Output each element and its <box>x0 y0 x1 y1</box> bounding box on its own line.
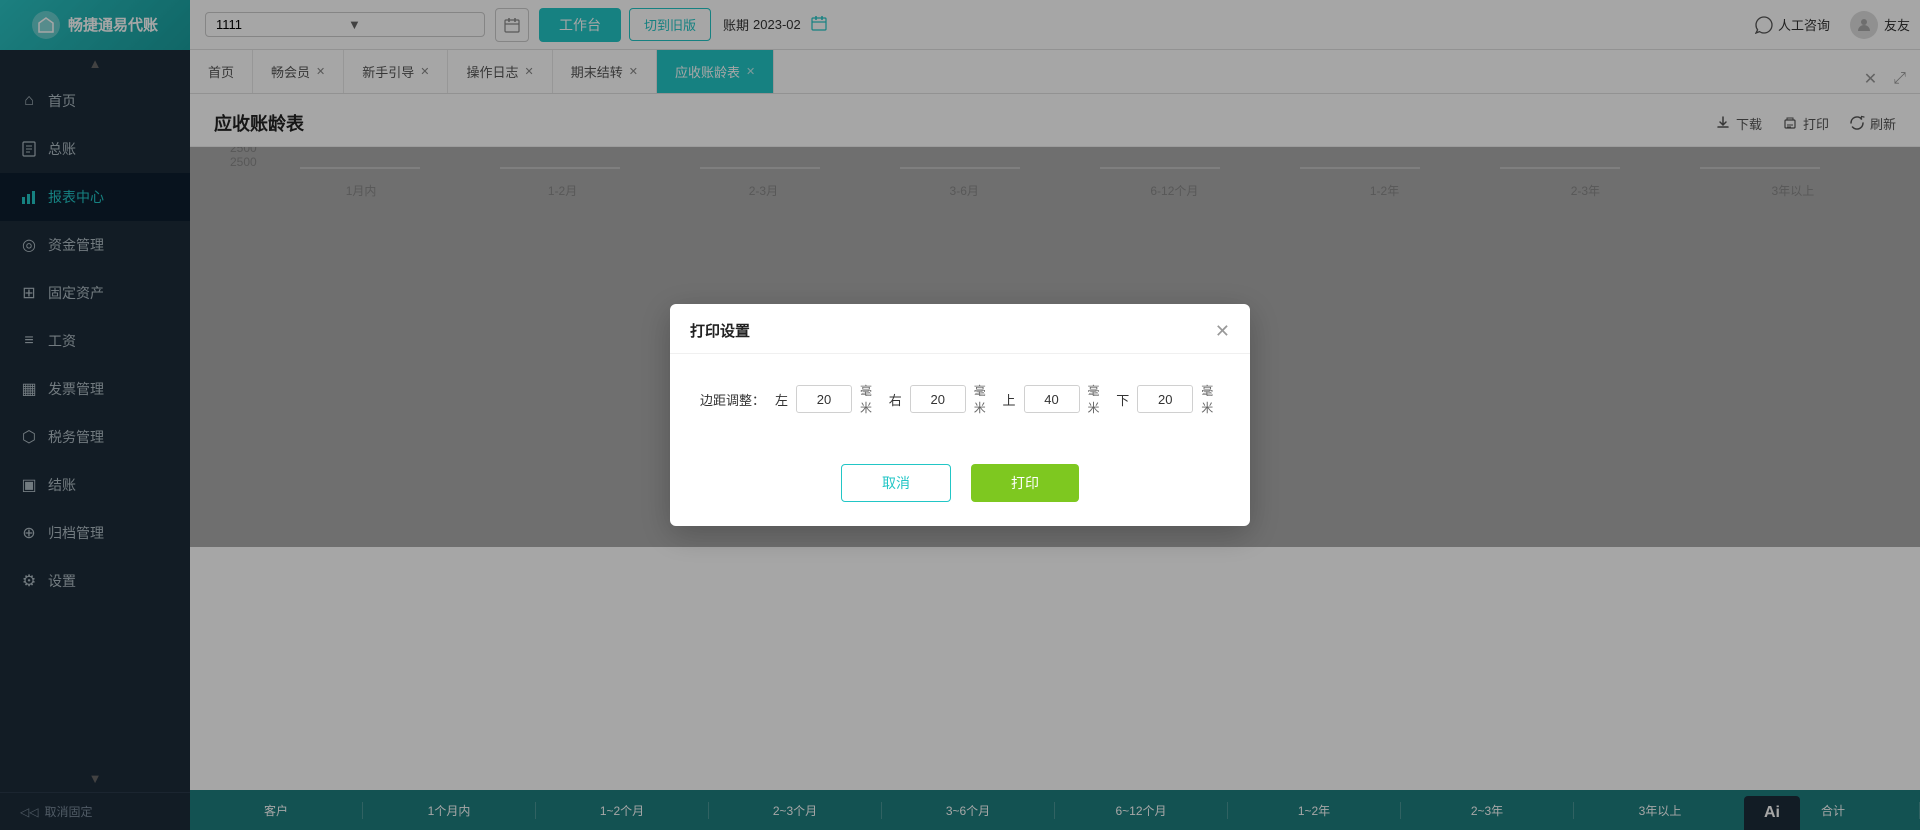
modal-overlay: 打印设置 ✕ 边距调整： 左 毫米 右 毫米 上 毫米 <box>0 0 1920 830</box>
cancel-button[interactable]: 取消 <box>841 464 951 502</box>
bottom-margin-group: 下 毫米 <box>1116 382 1220 416</box>
margin-label: 边距调整： <box>700 390 765 409</box>
left-unit: 毫米 <box>860 382 879 416</box>
right-unit: 毫米 <box>974 382 993 416</box>
print-confirm-button[interactable]: 打印 <box>971 464 1079 502</box>
left-margin-group: 左 毫米 <box>775 382 879 416</box>
bottom-margin-input[interactable] <box>1137 385 1193 413</box>
right-margin-group: 右 毫米 <box>889 382 993 416</box>
bottom-unit: 毫米 <box>1201 382 1220 416</box>
right-label: 右 <box>889 390 902 409</box>
left-label: 左 <box>775 390 788 409</box>
top-label: 上 <box>1003 390 1016 409</box>
modal-header: 打印设置 ✕ <box>670 304 1250 354</box>
left-margin-input[interactable] <box>796 385 852 413</box>
modal-footer: 取消 打印 <box>670 448 1250 526</box>
modal-close-button[interactable]: ✕ <box>1215 322 1230 340</box>
modal-title: 打印设置 <box>690 320 750 341</box>
margin-row: 边距调整： 左 毫米 右 毫米 上 毫米 下 <box>700 382 1220 416</box>
top-margin-input[interactable] <box>1024 385 1080 413</box>
modal-body: 边距调整： 左 毫米 右 毫米 上 毫米 下 <box>670 354 1250 448</box>
top-margin-group: 上 毫米 <box>1003 382 1107 416</box>
print-settings-modal: 打印设置 ✕ 边距调整： 左 毫米 右 毫米 上 毫米 <box>670 304 1250 526</box>
right-margin-input[interactable] <box>910 385 966 413</box>
top-unit: 毫米 <box>1088 382 1107 416</box>
bottom-label: 下 <box>1116 390 1129 409</box>
